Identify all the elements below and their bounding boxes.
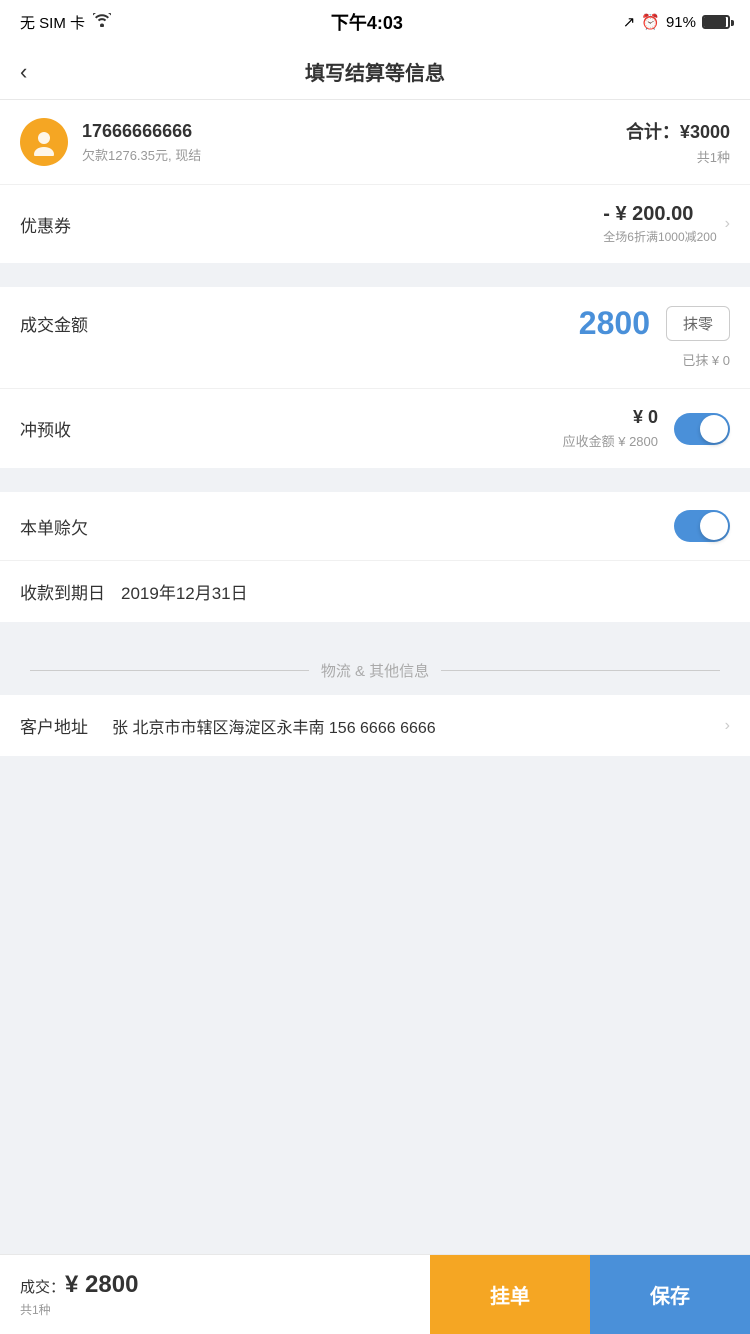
battery-percent: 91% [666, 14, 696, 31]
total-amount: 合计：¥3000 [626, 118, 730, 144]
coupon-row[interactable]: 优惠券 - ¥ 200.00 全场6折满1000减200 › [0, 185, 750, 263]
bottom-bar: 成交：¥ 2800 共1种 挂单 保存 [0, 1254, 750, 1334]
bottom-deal-label: 成交：¥ 2800 [20, 1271, 410, 1299]
precharge-values: ¥ 0 应收金额 ¥ 2800 [563, 407, 658, 450]
logistics-text: 物流 & 其他信息 [321, 660, 429, 681]
deal-row: 成交金额 2800 抹零 [20, 305, 730, 342]
bottom-count: 共1种 [20, 1301, 410, 1318]
logistics-divider: 物流 & 其他信息 [0, 646, 750, 695]
credit-section: 本单赊欠 [0, 492, 750, 560]
duedate-label: 收款到期日 [20, 579, 105, 604]
gray-area [0, 768, 750, 888]
customer-info: 17666666666 欠款1276.35元, 现结 [82, 121, 201, 164]
precharge-right: ¥ 0 应收金额 ¥ 2800 [563, 407, 730, 450]
round-button[interactable]: 抹零 [666, 306, 730, 341]
battery-icon [702, 15, 730, 29]
deal-section: 成交金额 2800 抹零 已抹 ¥ 0 [0, 287, 750, 388]
bottom-summary: 成交：¥ 2800 共1种 [0, 1271, 430, 1318]
toggle-knob [700, 415, 728, 443]
credit-label: 本单赊欠 [20, 514, 88, 539]
deal-amount-value: 2800 [579, 305, 650, 342]
alarm-icon: ⏰ [641, 13, 660, 31]
address-label: 客户地址 [20, 713, 88, 738]
coupon-chevron-icon: › [725, 215, 730, 233]
precharge-row: 冲预收 ¥ 0 应收金额 ¥ 2800 [0, 388, 750, 468]
separator-1 [0, 275, 750, 287]
bottom-deal-prefix: 成交： [20, 1279, 65, 1296]
duedate-row: 收款到期日 2019年12月31日 [20, 579, 730, 604]
separator-3 [0, 634, 750, 646]
status-time: 下午4:03 [331, 9, 403, 35]
customer-right: 合计：¥3000 共1种 [626, 118, 730, 166]
credit-card: 本单赊欠 收款到期日 2019年12月31日 [0, 492, 750, 622]
coupon-desc: 全场6折满1000减200 [603, 228, 716, 245]
address-chevron-icon: › [725, 717, 730, 735]
customer-sub: 欠款1276.35元, 现结 [82, 145, 201, 164]
address-card[interactable]: 客户地址 张 北京市市辖区海淀区永丰南 156 6666 6666 › [0, 695, 750, 756]
credit-toggle-knob [700, 512, 728, 540]
customer-left: 17666666666 欠款1276.35元, 现结 [20, 118, 201, 166]
precharge-sub: 应收金额 ¥ 2800 [563, 431, 658, 450]
total-count: 共1种 [626, 147, 730, 166]
customer-phone: 17666666666 [82, 121, 201, 142]
status-bar: 无 SIM 卡 下午4:03 ↗ ⏰ 91% [0, 0, 750, 44]
duedate-section: 收款到期日 2019年12月31日 [0, 560, 750, 622]
address-value: 张 北京市市辖区海淀区永丰南 156 6666 6666 [112, 714, 725, 738]
credit-toggle[interactable] [674, 510, 730, 542]
coupon-label: 优惠券 [20, 212, 71, 237]
bottom-deal-amount: ¥ 2800 [65, 1271, 138, 1298]
address-section[interactable]: 客户地址 张 北京市市辖区海淀区永丰南 156 6666 6666 › [0, 695, 750, 756]
deal-label: 成交金额 [20, 311, 88, 336]
status-left: 无 SIM 卡 [20, 12, 111, 33]
customer-card: 17666666666 欠款1276.35元, 现结 合计：¥3000 共1种 … [0, 100, 750, 263]
location-icon: ↗ [623, 13, 636, 31]
save-button[interactable]: 保存 [590, 1255, 750, 1334]
avatar [20, 118, 68, 166]
status-right: ↗ ⏰ 91% [623, 13, 730, 31]
precharge-amount: ¥ 0 [563, 407, 658, 428]
customer-row: 17666666666 欠款1276.35元, 现结 合计：¥3000 共1种 [0, 100, 750, 185]
precharge-toggle[interactable] [674, 413, 730, 445]
coupon-discount: - ¥ 200.00 [603, 203, 716, 226]
separator-2 [0, 480, 750, 492]
sim-label: 无 SIM 卡 [20, 12, 85, 33]
back-button[interactable]: ‹ [20, 59, 56, 85]
hold-button[interactable]: 挂单 [430, 1255, 590, 1334]
duedate-value: 2019年12月31日 [121, 579, 248, 604]
deal-card: 成交金额 2800 抹零 已抹 ¥ 0 冲预收 ¥ 0 应收金额 ¥ 2800 [0, 287, 750, 468]
deal-sub: 已抹 ¥ 0 [682, 353, 730, 368]
precharge-label: 冲预收 [20, 416, 71, 441]
page-title: 填写结算等信息 [305, 57, 445, 86]
deal-right: 2800 抹零 [579, 305, 730, 342]
content: 17666666666 欠款1276.35元, 现结 合计：¥3000 共1种 … [0, 100, 750, 988]
wifi-icon [93, 13, 111, 31]
coupon-right: - ¥ 200.00 全场6折满1000减200 › [603, 203, 730, 245]
nav-bar: ‹ 填写结算等信息 [0, 44, 750, 100]
